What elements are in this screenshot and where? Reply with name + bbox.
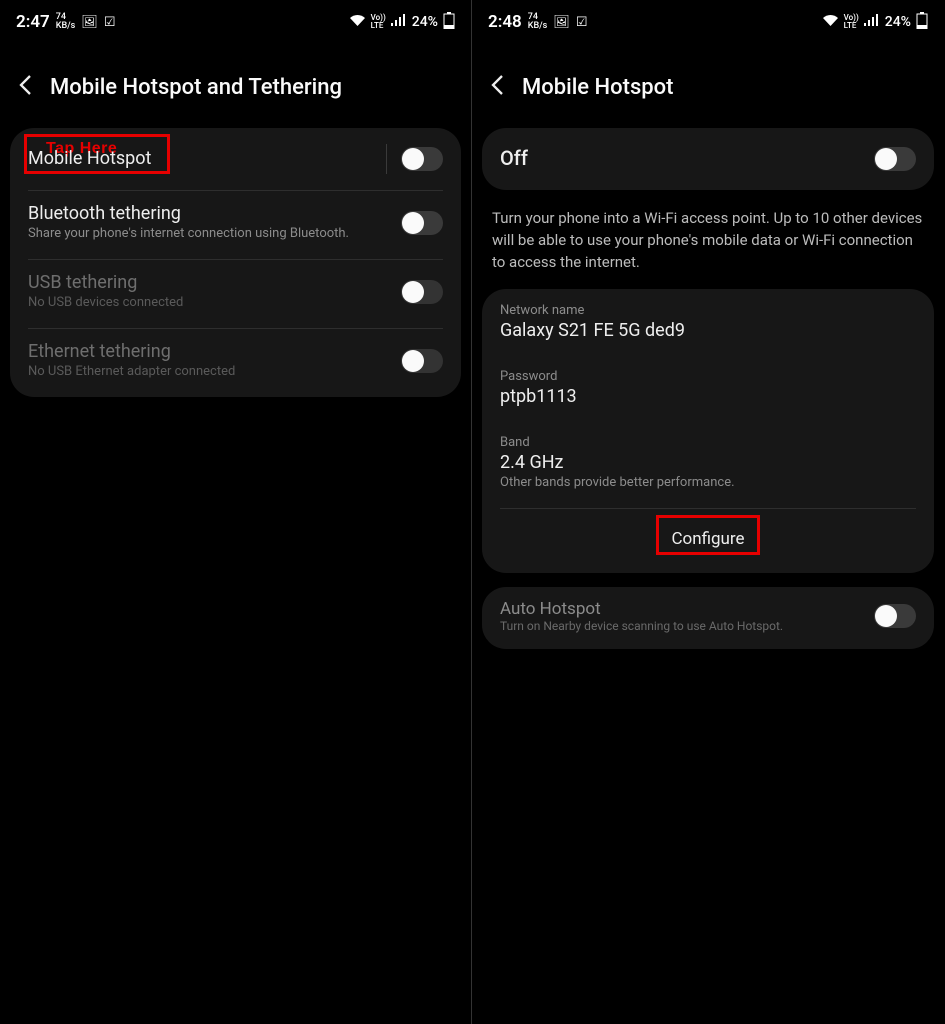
mobile-hotspot-row[interactable]: Mobile Hotspot [10,128,461,190]
status-time: 2:48 [488,12,522,32]
checkbox-icon: ☑ [576,15,588,30]
status-bar: 2:48 74KB/s 🖼 ☑ Vo))LTE 24% [472,0,944,40]
eth-tethering-toggle [401,349,443,373]
password-value: ptpb1113 [482,384,934,421]
status-speed: 74KB/s [56,13,76,31]
eth-tethering-label: Ethernet tethering [28,341,391,362]
configure-row: Configure [482,509,934,573]
hotspot-main-toggle[interactable] [874,147,916,171]
configure-button[interactable]: Configure [661,523,754,555]
band-section[interactable]: Band 2.4 GHz Other bands provide better … [482,421,934,508]
wifi-icon [349,14,366,31]
usb-tethering-row: USB tethering No USB devices connected [10,260,461,328]
auto-hotspot-toggle[interactable] [874,604,916,628]
bt-tethering-sub: Share your phone's internet connection u… [28,226,391,243]
usb-tethering-sub: No USB devices connected [28,295,391,312]
left-screenshot: 2:47 74KB/s 🖼 ☑ Vo))LTE 24% Mobile Hotsp… [0,0,472,1024]
auto-hotspot-row[interactable]: Auto Hotspot Turn on Nearby device scann… [482,587,934,649]
back-icon[interactable] [18,74,32,100]
ethernet-tethering-row: Ethernet tethering No USB Ethernet adapt… [10,329,461,397]
checkbox-icon: ☑ [104,15,116,30]
auto-hotspot-label: Auto Hotspot [500,599,864,619]
signal-icon [391,14,407,30]
auto-hotspot-sub: Turn on Nearby device scanning to use Au… [500,619,864,633]
network-name-value: Galaxy S21 FE 5G ded9 [482,318,934,355]
page-title: Mobile Hotspot [522,75,673,100]
page-title: Mobile Hotspot and Tethering [50,75,342,100]
bt-tethering-label: Bluetooth tethering [28,203,391,224]
off-label: Off [500,146,528,170]
password-label: Password [482,355,934,384]
bluetooth-tethering-row[interactable]: Bluetooth tethering Share your phone's i… [10,191,461,259]
band-value: 2.4 GHz [482,450,934,475]
page-header: Mobile Hotspot [472,40,944,128]
status-bar: 2:47 74KB/s 🖼 ☑ Vo))LTE 24% [0,0,471,40]
battery-percent: 24% [412,14,438,30]
battery-icon [443,12,455,33]
battery-percent: 24% [885,14,911,30]
hotspot-description: Turn your phone into a Wi-Fi access poin… [472,204,944,289]
volte-icon: Vo))LTE [844,14,859,30]
mobile-hotspot-label: Mobile Hotspot [28,148,376,169]
usb-tethering-label: USB tethering [28,272,391,293]
mobile-hotspot-toggle[interactable] [401,147,443,171]
band-label: Band [482,421,934,450]
battery-icon [916,12,928,33]
eth-tethering-sub: No USB Ethernet adapter connected [28,364,391,381]
hotspot-toggle-card: Off [482,128,934,190]
hotspot-off-row[interactable]: Off [482,128,934,190]
usb-tethering-toggle [401,280,443,304]
back-icon[interactable] [490,74,504,100]
volte-icon: Vo))LTE [371,14,386,30]
hotspot-info-card: Network name Galaxy S21 FE 5G ded9 Passw… [482,289,934,573]
tethering-card: Mobile Hotspot Bluetooth tethering Share… [10,128,461,397]
status-speed: 74KB/s [528,13,548,31]
right-screenshot: 2:48 74KB/s 🖼 ☑ Vo))LTE 24% Mobile Hotsp… [472,0,944,1024]
band-sub: Other bands provide better performance. [482,475,934,508]
vertical-divider [386,144,387,174]
auto-hotspot-card: Auto Hotspot Turn on Nearby device scann… [482,587,934,649]
network-name-label: Network name [482,289,934,318]
wifi-icon [822,14,839,31]
page-header: Mobile Hotspot and Tethering [0,40,471,128]
password-section[interactable]: Password ptpb1113 [482,355,934,421]
signal-icon [864,14,880,30]
image-icon: 🖼 [81,15,98,30]
image-icon: 🖼 [553,15,570,30]
network-name-section[interactable]: Network name Galaxy S21 FE 5G ded9 [482,289,934,355]
status-time: 2:47 [16,12,50,32]
bt-tethering-toggle[interactable] [401,211,443,235]
